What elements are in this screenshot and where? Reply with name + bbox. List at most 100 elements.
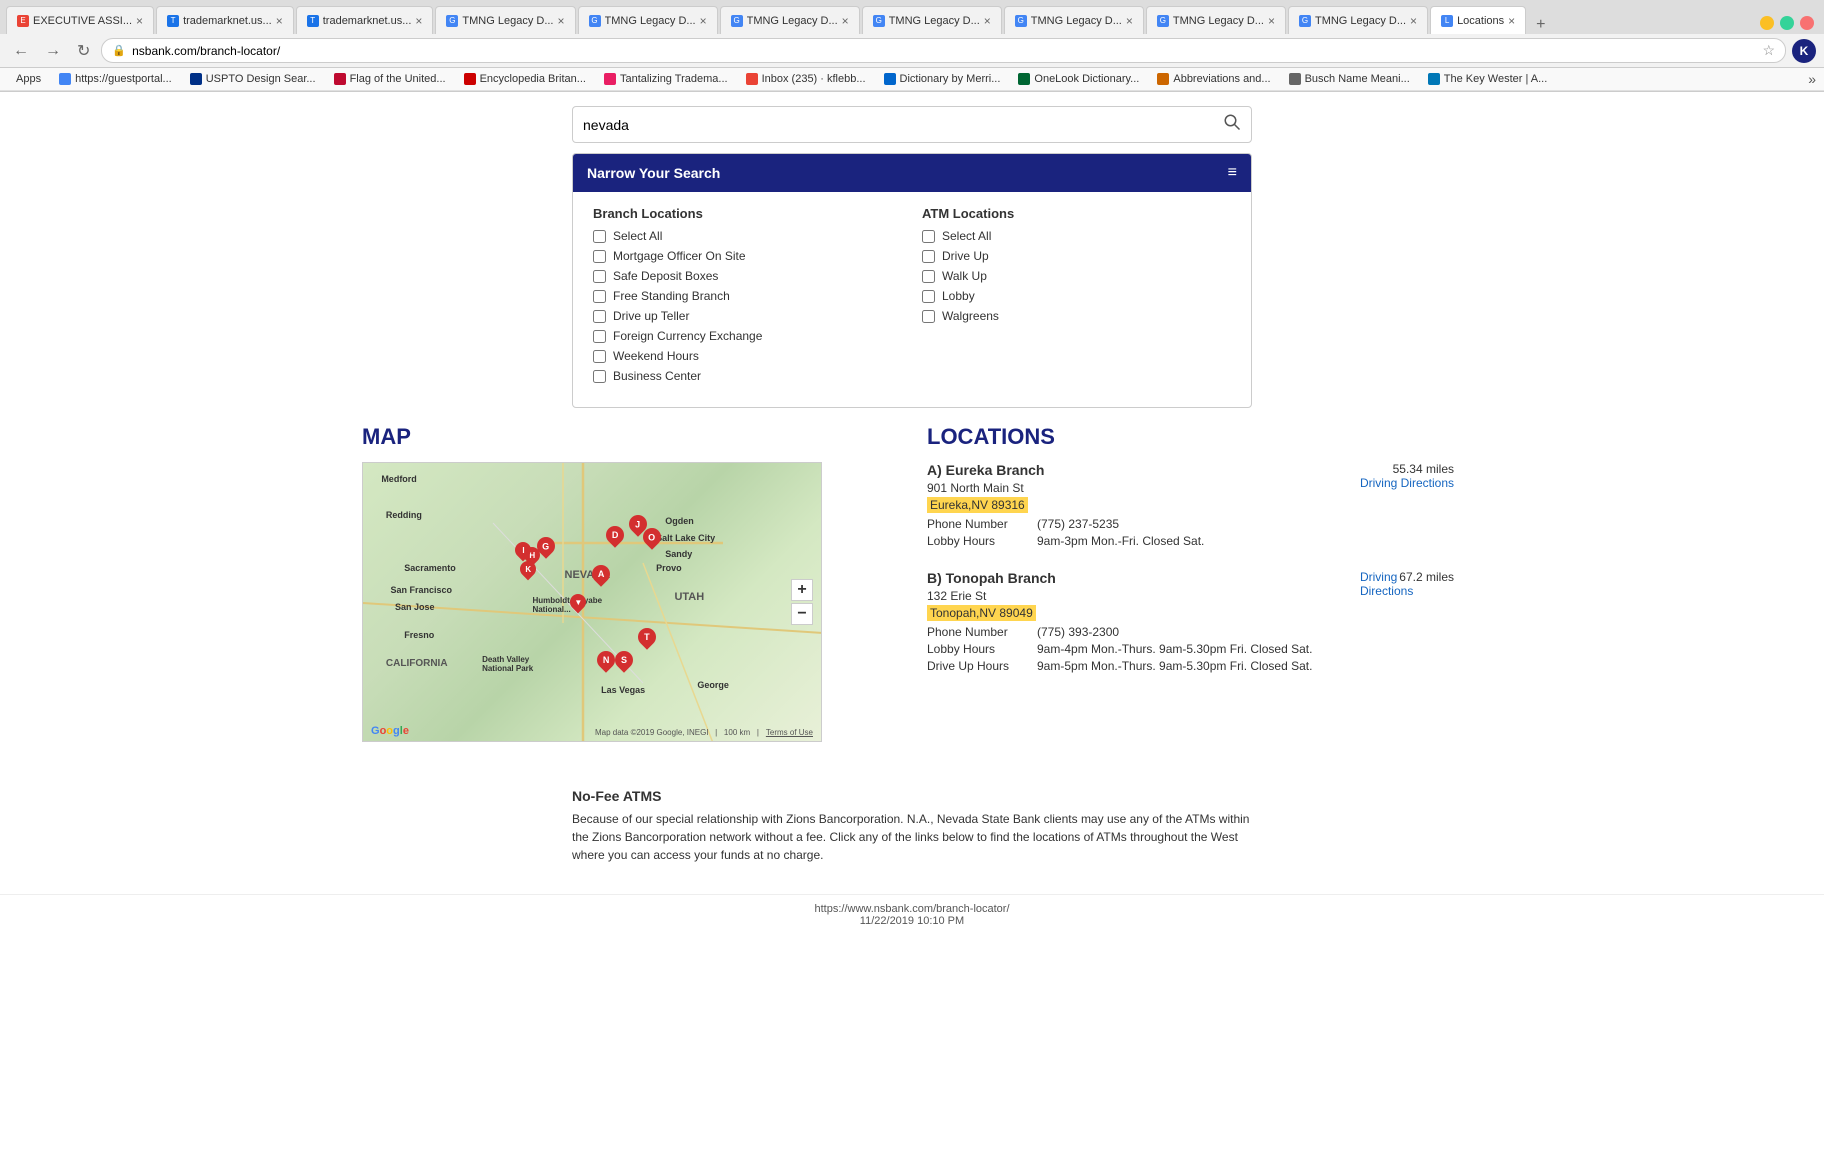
filter-lobby[interactable]: Lobby xyxy=(922,289,1231,303)
map-pin-A[interactable]: A xyxy=(592,565,610,583)
filter-label[interactable]: Business Center xyxy=(613,369,701,383)
filter-checkbox[interactable] xyxy=(922,290,935,303)
filter-label[interactable]: Select All xyxy=(613,229,662,243)
filter-driveup-teller[interactable]: Drive up Teller xyxy=(593,309,902,323)
map-container[interactable]: Medford Redding Sacramento San Francisco… xyxy=(362,462,822,742)
window-close-button[interactable] xyxy=(1800,16,1814,30)
reload-button[interactable]: ↻ xyxy=(72,39,95,63)
search-button[interactable] xyxy=(1223,113,1241,136)
filter-icon[interactable]: ≡ xyxy=(1228,164,1237,182)
filter-label[interactable]: Drive Up xyxy=(942,249,989,263)
filter-select-all-branch[interactable]: Select All xyxy=(593,229,902,243)
browser-tab[interactable]: T trademarknet.us... × xyxy=(296,6,434,34)
filter-checkbox[interactable] xyxy=(593,330,606,343)
bookmark-keywester[interactable]: The Key Wester | A... xyxy=(1420,71,1556,87)
tab-close-icon[interactable]: × xyxy=(557,14,564,28)
filter-checkbox[interactable] xyxy=(593,230,606,243)
zoom-out-button[interactable]: − xyxy=(791,603,813,625)
filter-free-standing[interactable]: Free Standing Branch xyxy=(593,289,902,303)
map-pin-O[interactable]: O xyxy=(643,528,661,546)
tab-close-icon[interactable]: × xyxy=(1268,14,1275,28)
tab-close-icon[interactable]: × xyxy=(1410,14,1417,28)
bookmark-star-icon[interactable]: ☆ xyxy=(1762,42,1775,59)
tab-close-icon[interactable]: × xyxy=(415,14,422,28)
browser-tab[interactable]: G TMNG Legacy D... × xyxy=(862,6,1002,34)
filter-label[interactable]: Drive up Teller xyxy=(613,309,689,323)
bookmark-apps[interactable]: Apps xyxy=(8,71,49,87)
filter-foreign-currency[interactable]: Foreign Currency Exchange xyxy=(593,329,902,343)
window-minimize-button[interactable] xyxy=(1760,16,1774,30)
filter-checkbox[interactable] xyxy=(922,230,935,243)
bookmark-tantalizing[interactable]: Tantalizing Tradema... xyxy=(596,71,736,87)
window-maximize-button[interactable] xyxy=(1780,16,1794,30)
filter-checkbox[interactable] xyxy=(593,370,606,383)
tab-close-icon[interactable]: × xyxy=(136,14,143,28)
zoom-in-button[interactable]: + xyxy=(791,579,813,601)
filter-checkbox[interactable] xyxy=(593,350,606,363)
terms-link[interactable]: Terms of Use xyxy=(766,728,813,737)
forward-button[interactable]: → xyxy=(40,40,66,62)
filter-select-all-atm[interactable]: Select All xyxy=(922,229,1231,243)
bookmark-gmail[interactable]: Inbox (235) · kflebb... xyxy=(738,71,874,87)
bookmark-merriam[interactable]: Dictionary by Merri... xyxy=(876,71,1009,87)
map-pin-extra[interactable]: ▼ xyxy=(570,594,586,610)
map-pin-N[interactable]: N xyxy=(597,651,615,669)
filter-label[interactable]: Lobby xyxy=(942,289,975,303)
browser-tab[interactable]: G TMNG Legacy D... × xyxy=(578,6,718,34)
filter-checkbox[interactable] xyxy=(593,250,606,263)
filter-business-center[interactable]: Business Center xyxy=(593,369,902,383)
filter-checkbox[interactable] xyxy=(922,270,935,283)
filter-weekend-hours[interactable]: Weekend Hours xyxy=(593,349,902,363)
browser-tab[interactable]: E EXECUTIVE ASSI... × xyxy=(6,6,154,34)
bookmark-busch[interactable]: Busch Name Meani... xyxy=(1281,71,1418,87)
search-input[interactable]: nevada xyxy=(583,117,1223,133)
filter-label[interactable]: Safe Deposit Boxes xyxy=(613,269,718,283)
tab-close-icon[interactable]: × xyxy=(984,14,991,28)
map-pin-T[interactable]: T xyxy=(638,628,656,646)
filter-drive-up[interactable]: Drive Up xyxy=(922,249,1231,263)
filter-label[interactable]: Walk Up xyxy=(942,269,987,283)
filter-checkbox[interactable] xyxy=(593,290,606,303)
browser-tab-active[interactable]: L Locations × xyxy=(1430,6,1526,34)
tab-close-icon[interactable]: × xyxy=(842,14,849,28)
tab-close-icon[interactable]: × xyxy=(276,14,283,28)
tab-close-icon[interactable]: × xyxy=(700,14,707,28)
bookmark-onelook[interactable]: OneLook Dictionary... xyxy=(1010,71,1147,87)
map-pin-S[interactable]: S xyxy=(615,651,633,669)
filter-label[interactable]: Weekend Hours xyxy=(613,349,699,363)
filter-label[interactable]: Foreign Currency Exchange xyxy=(613,329,762,343)
bookmark-guestportal[interactable]: https://guestportal... xyxy=(51,71,180,87)
filter-label[interactable]: Select All xyxy=(942,229,991,243)
browser-tab[interactable]: G TMNG Legacy D... × xyxy=(1004,6,1144,34)
tab-close-icon[interactable]: × xyxy=(1508,14,1515,28)
address-input[interactable]: nsbank.com/branch-locator/ xyxy=(132,44,1762,58)
filter-mortgage[interactable]: Mortgage Officer On Site xyxy=(593,249,902,263)
browser-tab[interactable]: T trademarknet.us... × xyxy=(156,6,294,34)
profile-icon[interactable]: K xyxy=(1792,39,1816,63)
bookmarks-overflow-icon[interactable]: » xyxy=(1808,71,1816,87)
filter-walgreens[interactable]: Walgreens xyxy=(922,309,1231,323)
map-pin-D[interactable]: D xyxy=(606,526,624,544)
filter-walk-up[interactable]: Walk Up xyxy=(922,269,1231,283)
filter-label[interactable]: Free Standing Branch xyxy=(613,289,730,303)
filter-checkbox[interactable] xyxy=(922,310,935,323)
map-pin-I[interactable]: I xyxy=(515,542,531,558)
map-pin-K[interactable]: K xyxy=(520,561,536,577)
filter-checkbox[interactable] xyxy=(593,270,606,283)
browser-tab[interactable]: G TMNG Legacy D... × xyxy=(1146,6,1286,34)
browser-tab[interactable]: G TMNG Legacy D... × xyxy=(1288,6,1428,34)
bookmark-uspto[interactable]: USPTO Design Sear... xyxy=(182,71,324,87)
filter-label[interactable]: Mortgage Officer On Site xyxy=(613,249,746,263)
bookmark-abbreviations[interactable]: Abbreviations and... xyxy=(1149,71,1278,87)
new-tab-button[interactable]: + xyxy=(1528,16,1553,34)
browser-tab[interactable]: G TMNG Legacy D... × xyxy=(720,6,860,34)
filter-checkbox[interactable] xyxy=(922,250,935,263)
back-button[interactable]: ← xyxy=(8,40,34,62)
tab-close-icon[interactable]: × xyxy=(1126,14,1133,28)
filter-label[interactable]: Walgreens xyxy=(942,309,999,323)
filter-checkbox[interactable] xyxy=(593,310,606,323)
filter-safe-deposit[interactable]: Safe Deposit Boxes xyxy=(593,269,902,283)
bookmark-britannica[interactable]: Encyclopedia Britan... xyxy=(456,71,594,87)
bookmark-flag[interactable]: Flag of the United... xyxy=(326,71,454,87)
browser-tab[interactable]: G TMNG Legacy D... × xyxy=(435,6,575,34)
